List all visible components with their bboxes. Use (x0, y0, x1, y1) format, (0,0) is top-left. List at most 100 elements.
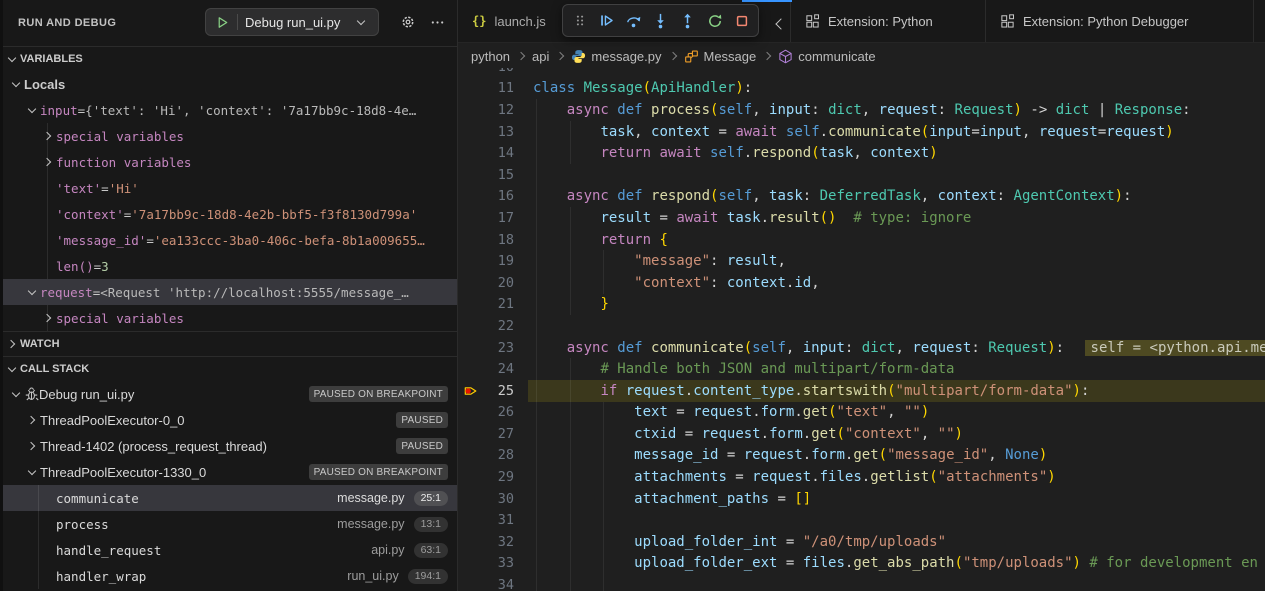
chevron-down-icon[interactable] (8, 386, 24, 402)
variables-section-header[interactable]: VARIABLES (0, 46, 457, 71)
editor-gutter[interactable]: 26 (458, 402, 533, 424)
breadcrumb-item[interactable]: message.py (571, 49, 662, 64)
chevron-down-icon[interactable] (8, 76, 24, 92)
glyph-margin[interactable] (458, 68, 484, 75)
editor-gutter[interactable]: 11 (458, 78, 533, 100)
glyph-margin[interactable] (458, 210, 484, 226)
callstack-row[interactable]: Debug run_ui.py PAUSED ON BREAKPOINT (0, 381, 457, 407)
glyph-margin[interactable] (458, 577, 484, 591)
editor-gutter[interactable]: 25 (458, 380, 533, 402)
glyph-margin[interactable] (458, 318, 484, 334)
watch-section-header[interactable]: WATCH (0, 331, 457, 356)
editor-tab[interactable]: Extension: Python (790, 0, 986, 42)
editor-gutter[interactable]: 23 (458, 337, 533, 359)
editor-gutter[interactable]: 21 (458, 294, 533, 316)
variable-row[interactable]: len() = 3 (0, 253, 457, 279)
code-line[interactable]: 25 if request.content_type.startswith("m… (458, 379, 1265, 402)
variable-row[interactable]: function variables (0, 149, 457, 175)
code-line[interactable]: 18 return { (458, 228, 1265, 251)
code-line[interactable]: 22 (458, 315, 1265, 337)
editor-gutter[interactable]: 20 (458, 272, 533, 294)
glyph-margin[interactable] (458, 80, 484, 96)
glyph-margin[interactable] (458, 491, 484, 507)
chevron-right-icon[interactable] (24, 412, 40, 428)
code-line[interactable]: 24 # Handle both JSON and multipart/form… (458, 358, 1265, 380)
callstack-frame[interactable]: communicate message.py 25:1 (0, 485, 457, 511)
chevron-down-icon[interactable] (4, 361, 20, 377)
chevron-down-icon[interactable] (353, 14, 369, 30)
code-line[interactable]: 32 upload_folder_int = "/a0/tmp/uploads" (458, 531, 1265, 553)
code-editor[interactable]: 10 11 class Message(ApiHandler): 12 async d… (458, 68, 1265, 591)
glyph-margin[interactable] (458, 102, 484, 118)
code-line[interactable]: 12 async def process(self, input: dict, … (458, 99, 1265, 121)
glyph-margin[interactable] (458, 253, 484, 269)
editor-gutter[interactable]: 31 (458, 509, 533, 531)
glyph-margin[interactable] (458, 296, 484, 312)
code-line[interactable]: 20 "context": context.id, (458, 271, 1265, 294)
glyph-margin[interactable] (458, 167, 484, 183)
glyph-margin[interactable] (458, 232, 484, 248)
variable-row[interactable]: 'context' = '7a17bb9c-18d8-4e2b-bbf5-f3f… (0, 201, 457, 227)
glyph-margin[interactable] (458, 145, 484, 161)
code-line[interactable]: 16 async def respond(self, task: Deferre… (458, 185, 1265, 208)
variable-row[interactable]: request = <Request 'http://localhost:555… (0, 279, 457, 305)
breadcrumb-item[interactable]: communicate (778, 49, 876, 64)
code-line[interactable]: 21 } (458, 293, 1265, 316)
code-line[interactable]: 28 message_id = request.form.get("messag… (458, 444, 1265, 467)
code-line[interactable]: 14 return await self.respond(task, conte… (458, 142, 1265, 164)
gripper-button[interactable] (566, 7, 593, 34)
glyph-margin[interactable] (458, 404, 484, 420)
chevron-right-icon[interactable] (40, 154, 56, 170)
variable-row[interactable]: 'text' = 'Hi' (0, 175, 457, 201)
step-into-button[interactable] (647, 7, 674, 34)
variable-row[interactable]: special variables (0, 123, 457, 149)
glyph-margin[interactable] (458, 447, 484, 463)
callstack-frame[interactable]: handler_wrap run_ui.py 194:1 (0, 563, 457, 589)
tab-overflow-chevron[interactable] (775, 15, 787, 33)
callstack-section-header[interactable]: CALL STACK (0, 356, 457, 381)
glyph-margin[interactable] (458, 340, 484, 356)
callstack-row[interactable]: ThreadPoolExecutor-0_0 PAUSED (0, 407, 457, 433)
code-line[interactable]: 31 (458, 509, 1265, 532)
variable-row[interactable]: Locals (0, 71, 457, 97)
code-line[interactable]: 33 upload_folder_ext = files.get_abs_pat… (458, 552, 1265, 575)
editor-gutter[interactable]: 15 (458, 164, 533, 186)
code-line[interactable]: 29 attachments = request.files.getlist("… (458, 466, 1265, 488)
variable-row[interactable]: 'message_id' = 'ea133ccc-3ba0-406c-befa-… (0, 227, 457, 253)
glyph-margin[interactable] (458, 124, 484, 140)
chevron-down-icon[interactable] (4, 51, 20, 67)
restart-button[interactable] (701, 7, 728, 34)
editor-gutter[interactable]: 27 (458, 423, 533, 445)
callstack-frame[interactable]: process message.py 13:1 (0, 511, 457, 537)
code-line[interactable]: 15 (458, 163, 1265, 186)
editor-tab[interactable]: {} launch.js (458, 0, 568, 42)
editor-gutter[interactable]: 18 (458, 229, 533, 251)
chevron-down-icon[interactable] (24, 464, 40, 480)
variable-row[interactable]: input = {'text': 'Hi', 'context': '7a17b… (0, 97, 457, 123)
editor-gutter[interactable]: 13 (458, 121, 533, 143)
glyph-margin[interactable] (458, 555, 484, 571)
breadcrumb-item[interactable]: python (471, 49, 510, 64)
editor-gutter[interactable]: 29 (458, 466, 533, 488)
step-over-button[interactable] (620, 7, 647, 34)
chevron-right-icon[interactable] (40, 128, 56, 144)
continue-button[interactable] (593, 7, 620, 34)
editor-gutter[interactable]: 16 (458, 186, 533, 208)
more-actions-icon[interactable] (430, 15, 445, 30)
code-line[interactable]: 10 (458, 68, 1265, 78)
glyph-margin[interactable] (458, 275, 484, 291)
editor-gutter[interactable]: 10 (458, 68, 533, 78)
glyph-margin[interactable] (458, 512, 484, 528)
breadcrumb-item[interactable]: api (532, 49, 549, 64)
editor-gutter[interactable]: 19 (458, 250, 533, 272)
gear-icon[interactable] (400, 14, 416, 30)
callstack-row[interactable]: Thread-1402 (process_request_thread) PAUS… (0, 433, 457, 459)
glyph-margin[interactable] (458, 361, 484, 377)
editor-gutter[interactable]: 14 (458, 142, 533, 164)
editor-gutter[interactable]: 33 (458, 553, 533, 575)
chevron-right-icon[interactable] (24, 438, 40, 454)
code-line[interactable]: 23 async def communicate(self, input: di… (458, 336, 1265, 359)
glyph-margin[interactable] (458, 426, 484, 442)
chevron-right-icon[interactable] (40, 310, 56, 326)
code-line[interactable]: 11 class Message(ApiHandler): (458, 78, 1265, 100)
